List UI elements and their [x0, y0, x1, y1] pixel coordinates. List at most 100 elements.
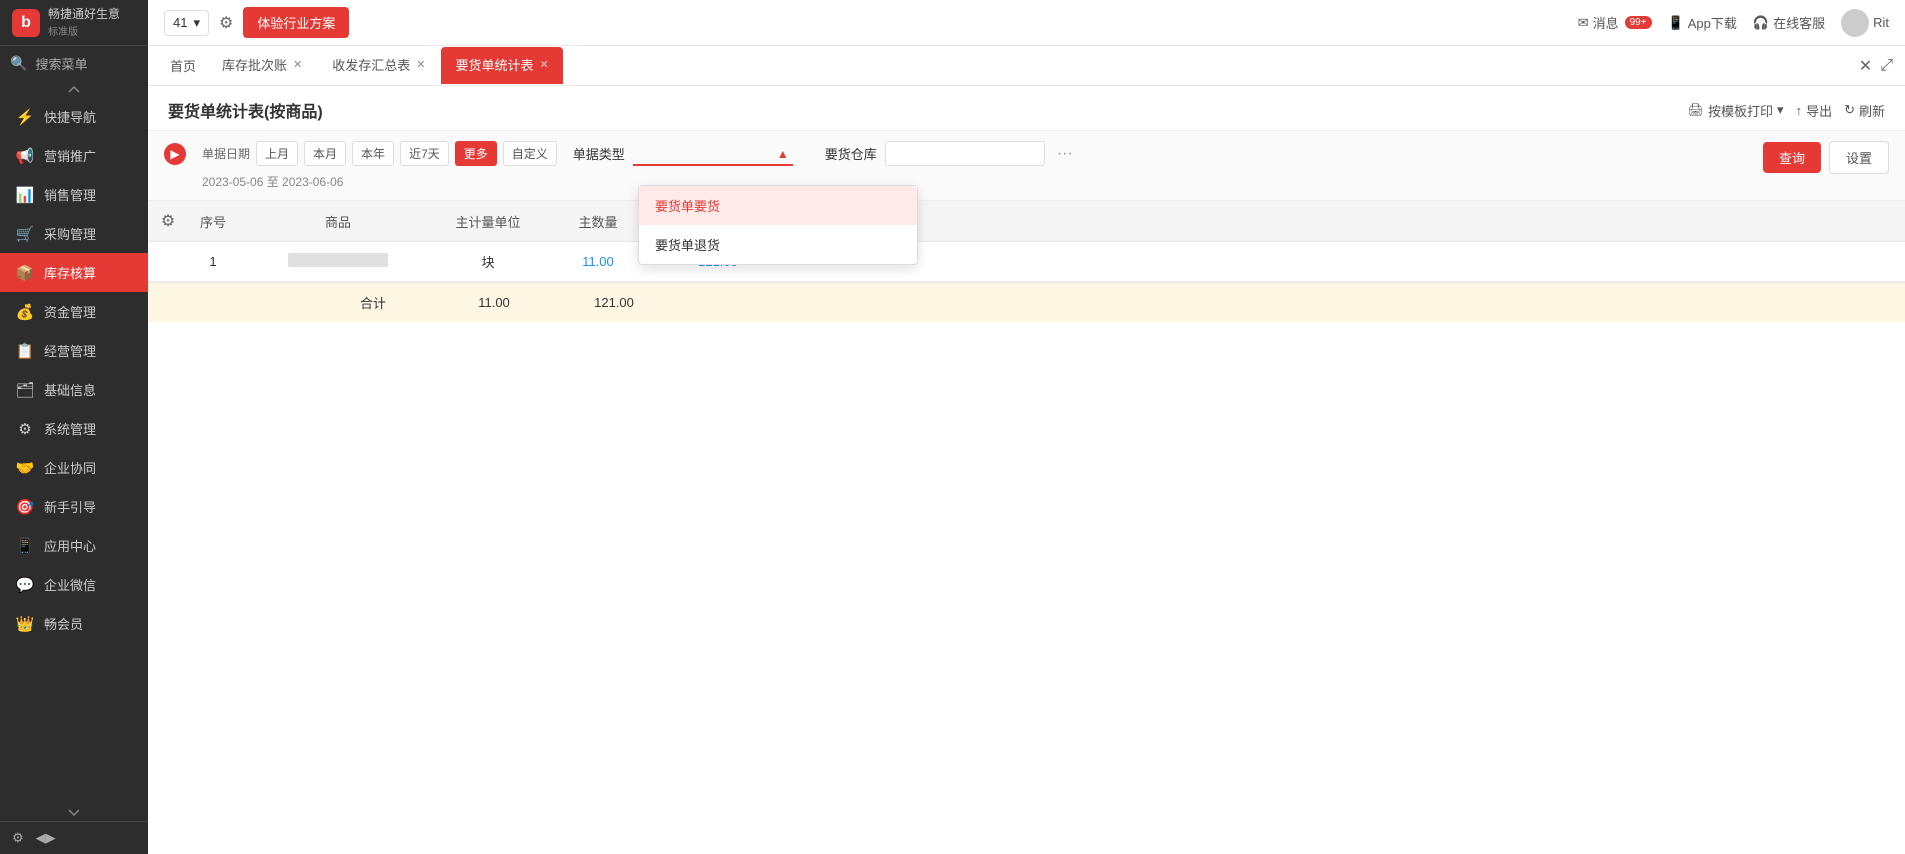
sidebar-item-guide[interactable]: 🎯 新手引导 [0, 487, 148, 526]
user-menu[interactable]: Rit [1841, 9, 1889, 37]
date-btn-this-year[interactable]: 本年 [352, 141, 394, 166]
tab-receive-summary[interactable]: 收发存汇总表 ✕ [318, 47, 439, 84]
refresh-btn[interactable]: ↻ 刷新 [1844, 101, 1885, 120]
wechat-icon: 💬 [14, 576, 36, 594]
date-range-display: 2023-05-06 至 2023-06-06 [202, 173, 557, 190]
warehouse-filter: 要货仓库 ··· [809, 141, 1073, 166]
dropdown-item-return-order[interactable]: 要货单退货 [639, 225, 917, 264]
base-icon: 🗂 [14, 381, 36, 399]
sidebar-item-label: 经营管理 [44, 341, 96, 360]
sidebar-item-member[interactable]: 👑 畅会员 [0, 604, 148, 643]
tab-close-icon[interactable]: ✕ [416, 58, 425, 71]
tab-close-icon[interactable]: ✕ [293, 58, 302, 71]
sidebar-item-appstore[interactable]: 📱 应用中心 [0, 526, 148, 565]
date-btn-7days[interactable]: 近7天 [400, 141, 449, 166]
message-btn[interactable]: ✉ 消息 99+ [1578, 13, 1652, 32]
sidebar-item-quick-nav[interactable]: ⚡ 快捷导航 [0, 97, 148, 136]
sidebar-item-label: 系统管理 [44, 419, 96, 438]
sidebar-item-marketing[interactable]: 📢 营销推广 [0, 136, 148, 175]
online-service-btn[interactable]: 🎧 在线客服 [1753, 13, 1825, 32]
dropdown-item-purchase-order[interactable]: 要货单要货 [639, 186, 917, 225]
sidebar-item-inventory[interactable]: 📦 库存核算 [0, 253, 148, 292]
sidebar-item-purchase[interactable]: 🛒 采购管理 [0, 214, 148, 253]
header-settings-btn[interactable]: ⚙ [219, 13, 233, 33]
print-icon: 🖨 [1688, 102, 1705, 118]
date-btn-custom[interactable]: 自定义 [503, 141, 557, 166]
sidebar-item-label: 资金管理 [44, 302, 96, 321]
chevron-down-icon: ▾ [1777, 102, 1784, 118]
service-icon: 🎧 [1753, 15, 1769, 31]
top-header: 41 ▾ ⚙ 体验行业方案 ✉ 消息 99+ 📱 App下载 🎧 在线客服 R [148, 0, 1905, 46]
warehouse-more-icon[interactable]: ··· [1057, 145, 1073, 163]
sidebar-item-system[interactable]: ⚙ 系统管理 [0, 409, 148, 448]
export-btn[interactable]: ↑ 导出 [1796, 101, 1833, 120]
main-area: 41 ▾ ⚙ 体验行业方案 ✉ 消息 99+ 📱 App下载 🎧 在线客服 R [148, 0, 1905, 854]
type-label: 单据类型 [573, 144, 625, 163]
query-button[interactable]: 查询 [1763, 142, 1821, 173]
operation-icon: 📋 [14, 342, 36, 360]
message-icon: ✉ [1578, 15, 1589, 31]
type-input-wrap: ▲ [633, 141, 793, 166]
footer-amount: 121.00 [554, 295, 674, 310]
type-dropdown-arrow[interactable]: ▲ [777, 147, 789, 161]
date-btn-this-month[interactable]: 本月 [304, 141, 346, 166]
scroll-down-btn[interactable] [0, 805, 148, 821]
tabs-bar: 首页 库存批次账 ✕ 收发存汇总表 ✕ 要货单统计表 ✕ ✕ ⤢ [148, 46, 1905, 86]
trial-button[interactable]: 体验行业方案 [243, 7, 349, 38]
expand-filter-btn[interactable]: ▶ [164, 143, 186, 165]
print-template-btn[interactable]: 🖨 按模板打印 ▾ [1688, 101, 1784, 120]
appstore-icon: 📱 [14, 537, 36, 555]
system-icon: ⚙ [14, 420, 36, 438]
sidebar-item-base[interactable]: 🗂 基础信息 [0, 370, 148, 409]
sidebar-search[interactable]: 🔍 搜索菜单 [0, 46, 148, 81]
tab-inventory-batch[interactable]: 库存批次账 ✕ [208, 47, 316, 84]
date-btn-more[interactable]: 更多 [455, 141, 497, 166]
row-num: 1 [188, 242, 238, 282]
date-btn-prev-month[interactable]: 上月 [256, 141, 298, 166]
row-goods [238, 242, 438, 282]
dropdown-item-label: 要货单退货 [655, 238, 720, 253]
type-dropdown: 要货单要货 要货单退货 [638, 185, 918, 265]
sidebar-item-enterprise[interactable]: 🤝 企业协同 [0, 448, 148, 487]
refresh-label: 刷新 [1859, 101, 1885, 120]
row-settings [148, 242, 188, 282]
finance-icon: 💰 [14, 303, 36, 321]
page-title: 要货单统计表(按商品) [168, 98, 323, 122]
table-settings-icon[interactable]: ⚙ [161, 213, 175, 230]
page-header: 要货单统计表(按商品) 🖨 按模板打印 ▾ ↑ 导出 ↻ 刷新 [148, 86, 1905, 131]
sidebar-item-finance[interactable]: 💰 资金管理 [0, 292, 148, 331]
store-selector[interactable]: 41 ▾ [164, 10, 209, 36]
sidebar-item-label: 快捷导航 [44, 107, 96, 126]
tab-purchase-summary[interactable]: 要货单统计表 ✕ [441, 47, 562, 84]
sidebar-item-operation[interactable]: 📋 经营管理 [0, 331, 148, 370]
col-header-unit: 主计量单位 [438, 201, 538, 242]
qty-link[interactable]: 11.00 [582, 254, 614, 269]
close-all-btn[interactable]: ✕ [1859, 56, 1872, 76]
col-header-goods: 商品 [238, 201, 438, 242]
warehouse-input[interactable] [885, 141, 1045, 166]
sidebar-item-label: 营销推广 [44, 146, 96, 165]
sidebar-item-wechat[interactable]: 💬 企业微信 [0, 565, 148, 604]
collapse-btn[interactable]: ◀▶ [36, 830, 56, 846]
type-input[interactable] [633, 141, 793, 166]
settings-button[interactable]: 设置 [1829, 141, 1889, 174]
scroll-up-btn[interactable] [0, 81, 148, 97]
goods-placeholder [288, 253, 388, 267]
settings-bottom-btn[interactable]: ⚙ [12, 830, 24, 846]
sidebar-logo: b 畅捷通好生意 标准版 [0, 0, 148, 46]
sidebar-item-label: 新手引导 [44, 497, 96, 516]
export-label: 导出 [1806, 101, 1832, 120]
purchase-icon: 🛒 [14, 225, 36, 243]
page-actions: 🖨 按模板打印 ▾ ↑ 导出 ↻ 刷新 [1688, 101, 1886, 120]
row-extra [778, 242, 1905, 282]
sidebar-search-label: 搜索菜单 [35, 54, 87, 73]
app-download-btn[interactable]: 📱 App下载 [1668, 13, 1737, 32]
tab-close-active-icon[interactable]: ✕ [540, 58, 549, 71]
sidebar-item-sales[interactable]: 📊 销售管理 [0, 175, 148, 214]
user-name: Rit [1873, 15, 1889, 30]
footer-total-label: 合计 [360, 293, 386, 312]
table-row: 1 块 11.00 121.00 [148, 242, 1905, 282]
avatar [1841, 9, 1869, 37]
expand-tabs-btn[interactable]: ⤢ [1880, 57, 1893, 75]
tab-home[interactable]: 首页 [160, 48, 206, 83]
